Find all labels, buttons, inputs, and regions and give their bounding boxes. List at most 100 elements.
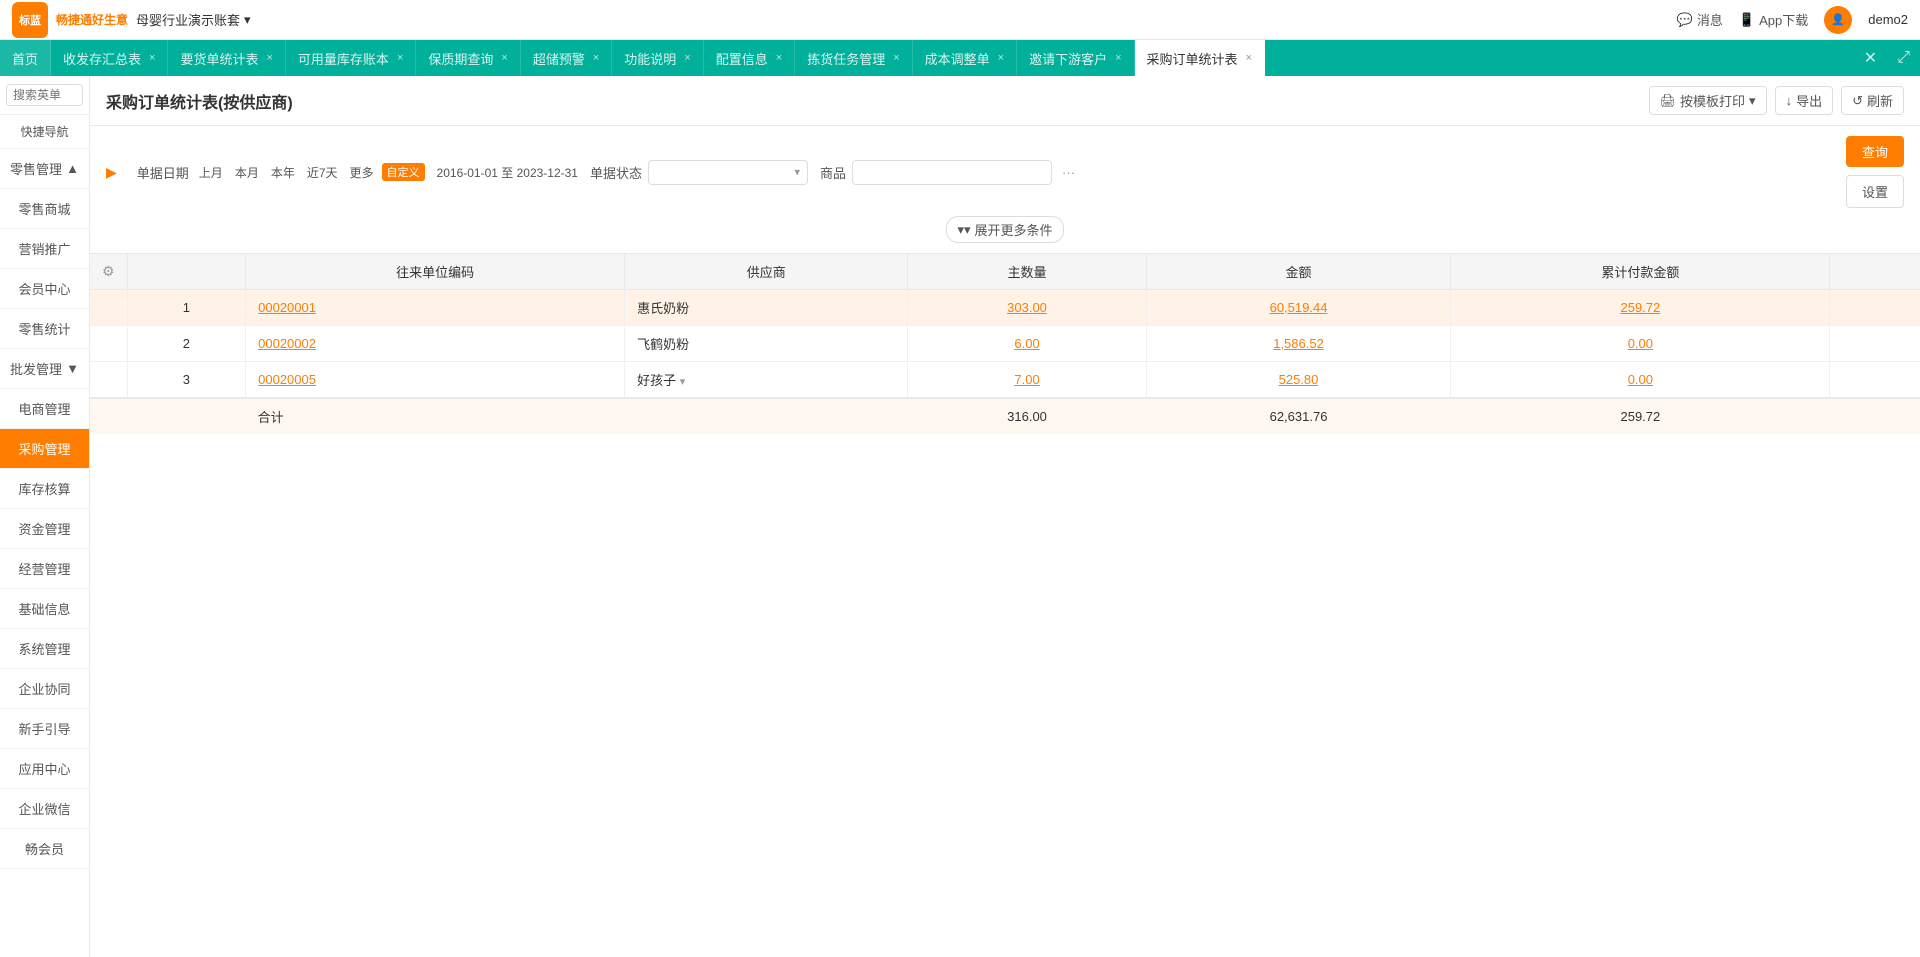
sidebar-item-sys-mgmt[interactable]: 系统管理 xyxy=(0,629,89,669)
expand-conditions-btn[interactable]: ▾▾ 展开更多条件 xyxy=(946,216,1063,243)
nav-tabs-right: ✕ ⤢ xyxy=(1854,40,1920,76)
sidebar-item-member-center[interactable]: 会员中心 xyxy=(0,269,89,309)
row-amount[interactable]: 525.80 xyxy=(1146,362,1451,399)
row-unit-code[interactable]: 00020001 xyxy=(246,290,625,326)
row-unit-code[interactable]: 00020005 xyxy=(246,362,625,399)
row-amount[interactable]: 60,519.44 xyxy=(1146,290,1451,326)
row-main-qty[interactable]: 303.00 xyxy=(908,290,1146,326)
print-btn[interactable]: 🖨 按模板打印 ▾ xyxy=(1649,86,1767,115)
app-center-label: 应用中心 xyxy=(18,762,70,777)
row-paid-amount[interactable]: 259.72 xyxy=(1451,290,1830,326)
sidebar-item-quick-nav[interactable]: 快捷导航 xyxy=(0,115,89,149)
sidebar-item-member[interactable]: 畅会员 xyxy=(0,829,89,869)
tab-baozhi[interactable]: 保质期查询 × xyxy=(416,40,520,76)
table-row: 1 00020001 惠氏奶粉 303.00 60,519.44 259.72 xyxy=(90,290,1920,326)
goods-filter-input[interactable] xyxy=(852,160,1052,185)
shortcut-this-month[interactable]: 本月 xyxy=(231,162,263,183)
tab-jianhuo-close[interactable]: × xyxy=(893,52,899,64)
row-main-qty[interactable]: 6.00 xyxy=(908,326,1146,362)
nav-close-btn[interactable]: ✕ xyxy=(1854,40,1887,76)
refresh-btn[interactable]: ↺ 刷新 xyxy=(1841,86,1904,115)
status-select[interactable] xyxy=(648,160,808,185)
sidebar-item-marketing[interactable]: 营销推广 xyxy=(0,229,89,269)
nav-restore-btn[interactable]: ⤢ xyxy=(1887,40,1920,76)
tab-gongneng-close[interactable]: × xyxy=(684,52,690,64)
tab-yaohuo[interactable]: 要货单统计表 × xyxy=(168,40,285,76)
basic-info-label: 基础信息 xyxy=(18,602,70,617)
row-index: 2 xyxy=(127,326,246,362)
tab-jianhuo[interactable]: 拣货任务管理 × xyxy=(795,40,912,76)
sidebar-item-wholesale-mgmt[interactable]: 批发管理 ▼ xyxy=(0,349,89,389)
tab-home[interactable]: 首页 xyxy=(0,40,51,76)
tab-yaoqing-close[interactable]: × xyxy=(1115,52,1121,64)
sidebar-item-basic-info[interactable]: 基础信息 xyxy=(0,589,89,629)
print-icon: 🖨 xyxy=(1660,93,1677,109)
tab-baozhi-close[interactable]: × xyxy=(501,52,507,64)
row-unit-code[interactable]: 00020002 xyxy=(246,326,625,362)
row-paid-amount[interactable]: 0.00 xyxy=(1451,362,1830,399)
purchase-mgmt-label: 采购管理 xyxy=(18,442,70,457)
sidebar-item-inventory-check[interactable]: 库存核算 xyxy=(0,469,89,509)
query-btn[interactable]: 查询 xyxy=(1846,136,1904,167)
expand-icon: ▾▾ xyxy=(957,222,970,238)
tab-peizhi-close[interactable]: × xyxy=(776,52,782,64)
app-download-btn[interactable]: 📱 App下载 xyxy=(1739,10,1808,29)
tab-yaohuo-close[interactable]: × xyxy=(266,52,272,64)
workspace-selector[interactable]: 母婴行业演示账套 ▾ xyxy=(136,10,251,29)
shortcut-more[interactable]: 更多 xyxy=(346,162,378,183)
tab-chachu[interactable]: 超储预警 × xyxy=(521,40,612,76)
sidebar-item-purchase-mgmt[interactable]: 采购管理 xyxy=(0,429,89,469)
logo: 标蓝 xyxy=(12,2,48,38)
col-settings-icon[interactable]: ⚙ xyxy=(102,263,115,279)
username-label[interactable]: demo2 xyxy=(1868,12,1908,27)
sidebar-item-retail-shop[interactable]: 零售商城 xyxy=(0,189,89,229)
tab-chengben[interactable]: 成本调整单 × xyxy=(913,40,1017,76)
row-extra xyxy=(1830,290,1920,326)
user-avatar[interactable]: 👤 xyxy=(1824,6,1852,34)
page-header: 采购订单统计表(按供应商) 🖨 按模板打印 ▾ ↓ 导出 ↺ 刷新 xyxy=(90,76,1920,126)
sidebar-item-enterprise-wechat[interactable]: 企业微信 xyxy=(0,789,89,829)
tab-gongneng[interactable]: 功能说明 × xyxy=(612,40,703,76)
tab-gongneng-label: 功能说明 xyxy=(624,49,676,68)
shortcut-this-year[interactable]: 本年 xyxy=(267,162,299,183)
goods-filter-more[interactable]: ··· xyxy=(1062,165,1075,180)
export-btn[interactable]: ↓ 导出 xyxy=(1775,86,1834,115)
tab-yaohuo-label: 要货单统计表 xyxy=(180,49,258,68)
message-btn[interactable]: 💬 消息 xyxy=(1677,10,1723,29)
tab-shoufacun-close[interactable]: × xyxy=(149,52,155,64)
main-layout: 快捷导航 零售管理 ▲ 零售商城 营销推广 会员中心 零售统计 批发管理 ▼ 电… xyxy=(0,76,1920,957)
table-footer: 合计 316.00 62,631.76 259.72 xyxy=(90,398,1920,434)
sidebar-item-retail-mgmt[interactable]: 零售管理 ▲ xyxy=(0,149,89,189)
tab-chengben-close[interactable]: × xyxy=(998,52,1004,64)
tab-caigou-close[interactable]: × xyxy=(1246,52,1252,64)
tab-chachu-close[interactable]: × xyxy=(593,52,599,64)
footer-col-settings xyxy=(90,398,127,434)
settings-btn[interactable]: 设置 xyxy=(1846,175,1904,208)
tab-peizhi[interactable]: 配置信息 × xyxy=(704,40,795,76)
sidebar-item-ecommerce-mgmt[interactable]: 电商管理 xyxy=(0,389,89,429)
tab-shoufacun[interactable]: 收发存汇总表 × xyxy=(51,40,168,76)
shortcut-7days[interactable]: 近7天 xyxy=(303,162,342,183)
filter-expand-arrow[interactable]: ▶ xyxy=(106,164,117,181)
wholesale-mgmt-arrow: ▼ xyxy=(66,361,79,376)
row-amount[interactable]: 1,586.52 xyxy=(1146,326,1451,362)
shortcut-last-month[interactable]: 上月 xyxy=(195,162,227,183)
sidebar-search-input[interactable] xyxy=(6,84,83,106)
footer-row: 合计 316.00 62,631.76 259.72 xyxy=(90,398,1920,434)
tab-yaoqing[interactable]: 邀请下游客户 × xyxy=(1017,40,1134,76)
col-settings: ⚙ xyxy=(90,254,127,290)
tab-kuyong[interactable]: 可用量库存账本 × xyxy=(286,40,416,76)
tab-caigou[interactable]: 采购订单统计表 × xyxy=(1135,40,1265,76)
app-icon: 📱 xyxy=(1739,12,1755,28)
row-paid-amount[interactable]: 0.00 xyxy=(1451,326,1830,362)
sidebar-item-retail-stats[interactable]: 零售统计 xyxy=(0,309,89,349)
row-main-qty[interactable]: 7.00 xyxy=(908,362,1146,399)
tab-kuyong-close[interactable]: × xyxy=(397,52,403,64)
enterprise-wechat-label: 企业微信 xyxy=(18,802,70,817)
sidebar-item-biz-mgmt[interactable]: 经营管理 xyxy=(0,549,89,589)
custom-badge[interactable]: 自定义 xyxy=(382,163,425,181)
sidebar-item-app-center[interactable]: 应用中心 xyxy=(0,749,89,789)
sidebar-item-enterprise-collab[interactable]: 企业协同 xyxy=(0,669,89,709)
sidebar-item-new-guide[interactable]: 新手引导 xyxy=(0,709,89,749)
sidebar-item-capital-mgmt[interactable]: 资金管理 xyxy=(0,509,89,549)
